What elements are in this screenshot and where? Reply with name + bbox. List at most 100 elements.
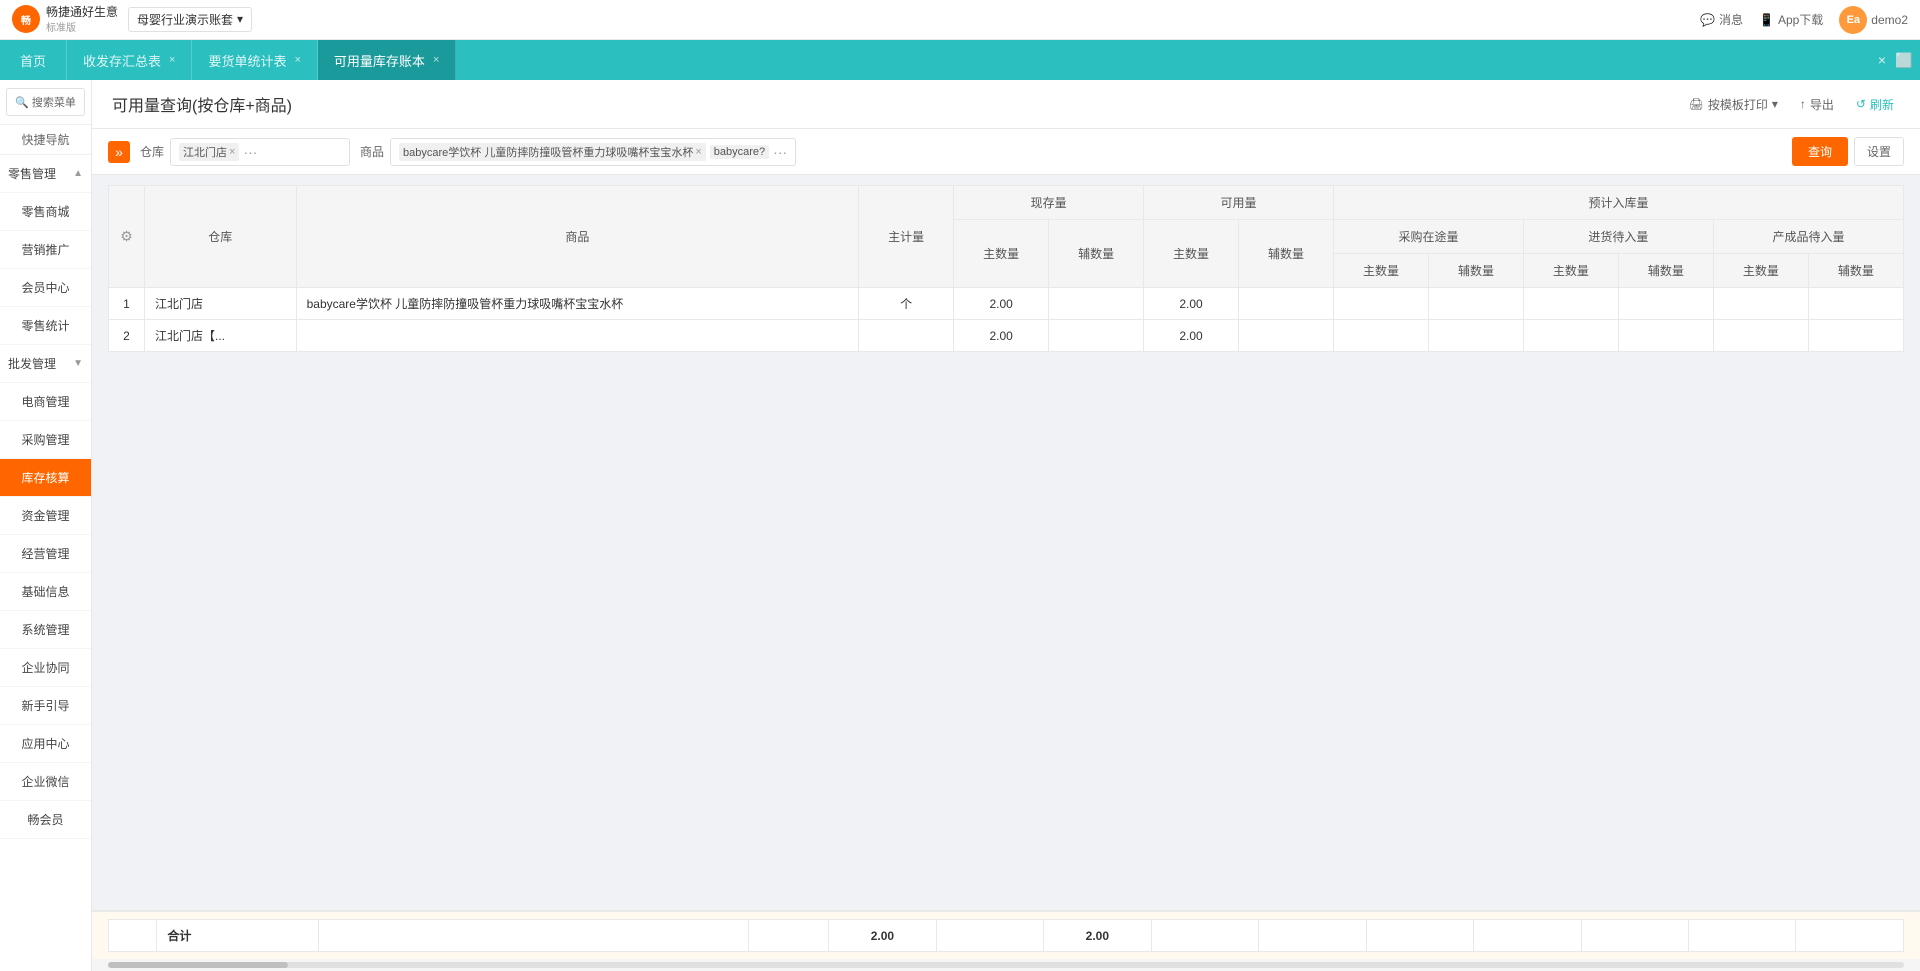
cell-purchase-aux [1428, 320, 1523, 352]
th-incoming-main: 主数量 [1523, 254, 1618, 288]
sidebar-item-enterprise-wechat-label: 企业微信 [21, 773, 69, 790]
tab-home-label: 首页 [20, 51, 46, 70]
sidebar: 🔍 搜索菜单 快捷导航 零售管理 ▲ 零售商城 营销推广 会员中心 零售统计 批… [0, 80, 92, 971]
tab-order-label: 要货单统计表 [208, 51, 286, 70]
cell-no: 1 [109, 288, 145, 320]
user-area[interactable]: Ea demo2 [1839, 6, 1908, 34]
tab-home[interactable]: 首页 [0, 40, 67, 80]
th-settings: ⚙ [109, 186, 145, 288]
sidebar-nav-btn[interactable]: 快捷导航 [0, 125, 91, 155]
tab-receive[interactable]: 收发存汇总表 × [67, 40, 192, 80]
filter-expand-btn[interactable]: » [108, 141, 130, 163]
scroll-bar[interactable] [92, 959, 1920, 971]
footer-empty-p5 [1689, 920, 1796, 952]
cell-purchase-main [1334, 288, 1429, 320]
print-label: 按模板打印 [1708, 96, 1768, 113]
warehouse-input[interactable]: 江北门店 × ··· [170, 138, 350, 166]
sidebar-item-basic-info[interactable]: 基础信息 [0, 573, 91, 611]
cell-product [296, 320, 859, 352]
settings-btn[interactable]: 设置 [1854, 137, 1904, 166]
cell-purchase-main [1334, 320, 1429, 352]
tab-order-close[interactable]: × [294, 54, 300, 66]
sidebar-item-purchase[interactable]: 采购管理 [0, 421, 91, 459]
sidebar-item-retail-stats[interactable]: 零售统计 [0, 307, 91, 345]
logo-area: 畅 畅捷通好生意 标准版 [12, 5, 118, 34]
sidebar-item-retail-store[interactable]: 零售商城 [0, 193, 91, 231]
warehouse-tag: 江北门店 × [179, 143, 239, 161]
top-bar-left: 畅 畅捷通好生意 标准版 母婴行业演示账套 ▾ [12, 5, 252, 34]
th-production-aux: 辅数量 [1808, 254, 1903, 288]
warehouse-label: 仓库 [140, 143, 164, 160]
export-icon: ↑ [1800, 97, 1806, 111]
window-close-btn[interactable]: × [1874, 52, 1890, 68]
sidebar-item-app-center-label: 应用中心 [21, 735, 69, 752]
query-btn[interactable]: 查询 [1792, 137, 1848, 166]
cell-production-main [1713, 288, 1808, 320]
th-purchase-main: 主数量 [1334, 254, 1429, 288]
warehouse-more-icon[interactable]: ··· [243, 144, 257, 160]
tab-order[interactable]: 要货单统计表 × [192, 40, 317, 80]
tab-inventory[interactable]: 可用量库存账本 × [318, 40, 456, 80]
settings-gear-icon[interactable]: ⚙ [120, 228, 133, 244]
footer-empty-avail-aux [1151, 920, 1258, 952]
export-btn[interactable]: ↑ 导出 [1794, 93, 1840, 116]
footer-total-current-main: 2.00 [829, 920, 936, 952]
warehouse-tag-remove[interactable]: × [229, 146, 235, 158]
sidebar-item-member[interactable]: 会员中心 [0, 269, 91, 307]
th-purchase-transit: 采购在途量 [1334, 220, 1524, 254]
cell-unit: 个 [859, 288, 954, 320]
app-icon: 📱 [1759, 13, 1774, 27]
search-menu-btn[interactable]: 🔍 搜索菜单 [6, 88, 85, 116]
sidebar-item-inventory[interactable]: 库存核算 [0, 459, 91, 497]
sidebar-item-ops[interactable]: 经营管理 [0, 535, 91, 573]
sidebar-item-wholesale[interactable]: 批发管理 ▼ [0, 345, 91, 383]
refresh-btn[interactable]: ↺ 刷新 [1850, 93, 1900, 116]
th-incoming-aux: 辅数量 [1618, 254, 1713, 288]
table-footer: 合计 2.00 2.00 [92, 910, 1920, 959]
sidebar-item-member2[interactable]: 畅会员 [0, 801, 91, 839]
app-download-btn[interactable]: 📱 App下载 [1759, 11, 1823, 28]
tab-receive-label: 收发存汇总表 [83, 51, 161, 70]
sidebar-item-sys[interactable]: 系统管理 [0, 611, 91, 649]
cell-incoming-main [1523, 288, 1618, 320]
th-unit: 主计量 [859, 186, 954, 288]
table-container: ⚙ 仓库 商品 主计量 现存量 可用量 预计入库量 主数量 辅数量 主数量 辅数… [92, 175, 1920, 910]
industry-selector[interactable]: 母婴行业演示账套 ▾ [128, 7, 252, 32]
message-btn[interactable]: 💬 消息 [1700, 11, 1743, 28]
sidebar-item-retail-mgmt[interactable]: 零售管理 ▲ [0, 155, 91, 193]
footer-empty-p6 [1796, 920, 1904, 952]
cell-avail-main: 2.00 [1144, 320, 1239, 352]
product-input[interactable]: babycare学饮杯 儿童防摔防撞吸管杯重力球吸嘴杯宝宝水杯 × babyca… [390, 138, 796, 166]
product-more-icon[interactable]: ··· [773, 144, 787, 160]
sidebar-item-wholesale-label: 批发管理 [8, 355, 56, 372]
sidebar-item-new-guide[interactable]: 新手引导 [0, 687, 91, 725]
th-available: 可用量 [1144, 186, 1334, 220]
sidebar-item-member2-label: 畅会员 [27, 811, 63, 828]
sidebar-item-finance[interactable]: 资金管理 [0, 497, 91, 535]
print-btn[interactable]: 🖨 按模板打印 ▾ [1683, 93, 1784, 116]
footer-label: 合计 [157, 920, 318, 952]
product-tag1: babycare学饮杯 儿童防摔防撞吸管杯重力球吸嘴杯宝宝水杯 × [399, 143, 706, 161]
sidebar-item-enterprise[interactable]: 企业协同 [0, 649, 91, 687]
sidebar-item-enterprise-wechat[interactable]: 企业微信 [0, 763, 91, 801]
search-menu-label: 搜索菜单 [32, 94, 76, 110]
sidebar-item-app-center[interactable]: 应用中心 [0, 725, 91, 763]
product-tag1-remove[interactable]: × [695, 146, 701, 158]
page-title: 可用量查询(按仓库+商品) [112, 92, 292, 116]
cell-production-aux [1808, 320, 1903, 352]
scroll-thumb[interactable] [108, 962, 288, 968]
window-controls: × ⬜ [1874, 52, 1920, 68]
sidebar-item-marketing[interactable]: 营销推广 [0, 231, 91, 269]
tab-receive-close[interactable]: × [169, 54, 175, 66]
cell-incoming-aux [1618, 288, 1713, 320]
cell-production-aux [1808, 288, 1903, 320]
sidebar-item-marketing-label: 营销推广 [21, 241, 69, 258]
window-restore-btn[interactable]: ⬜ [1896, 52, 1912, 68]
industry-label: 母婴行业演示账套 [137, 11, 233, 28]
sidebar-item-ecommerce[interactable]: 电商管理 [0, 383, 91, 421]
footer-empty-product [318, 920, 748, 952]
tab-inventory-close[interactable]: × [433, 54, 439, 66]
cell-unit [859, 320, 954, 352]
th-purchase-aux: 辅数量 [1428, 254, 1523, 288]
warehouse-filter-field: 仓库 江北门店 × ··· [140, 138, 350, 166]
